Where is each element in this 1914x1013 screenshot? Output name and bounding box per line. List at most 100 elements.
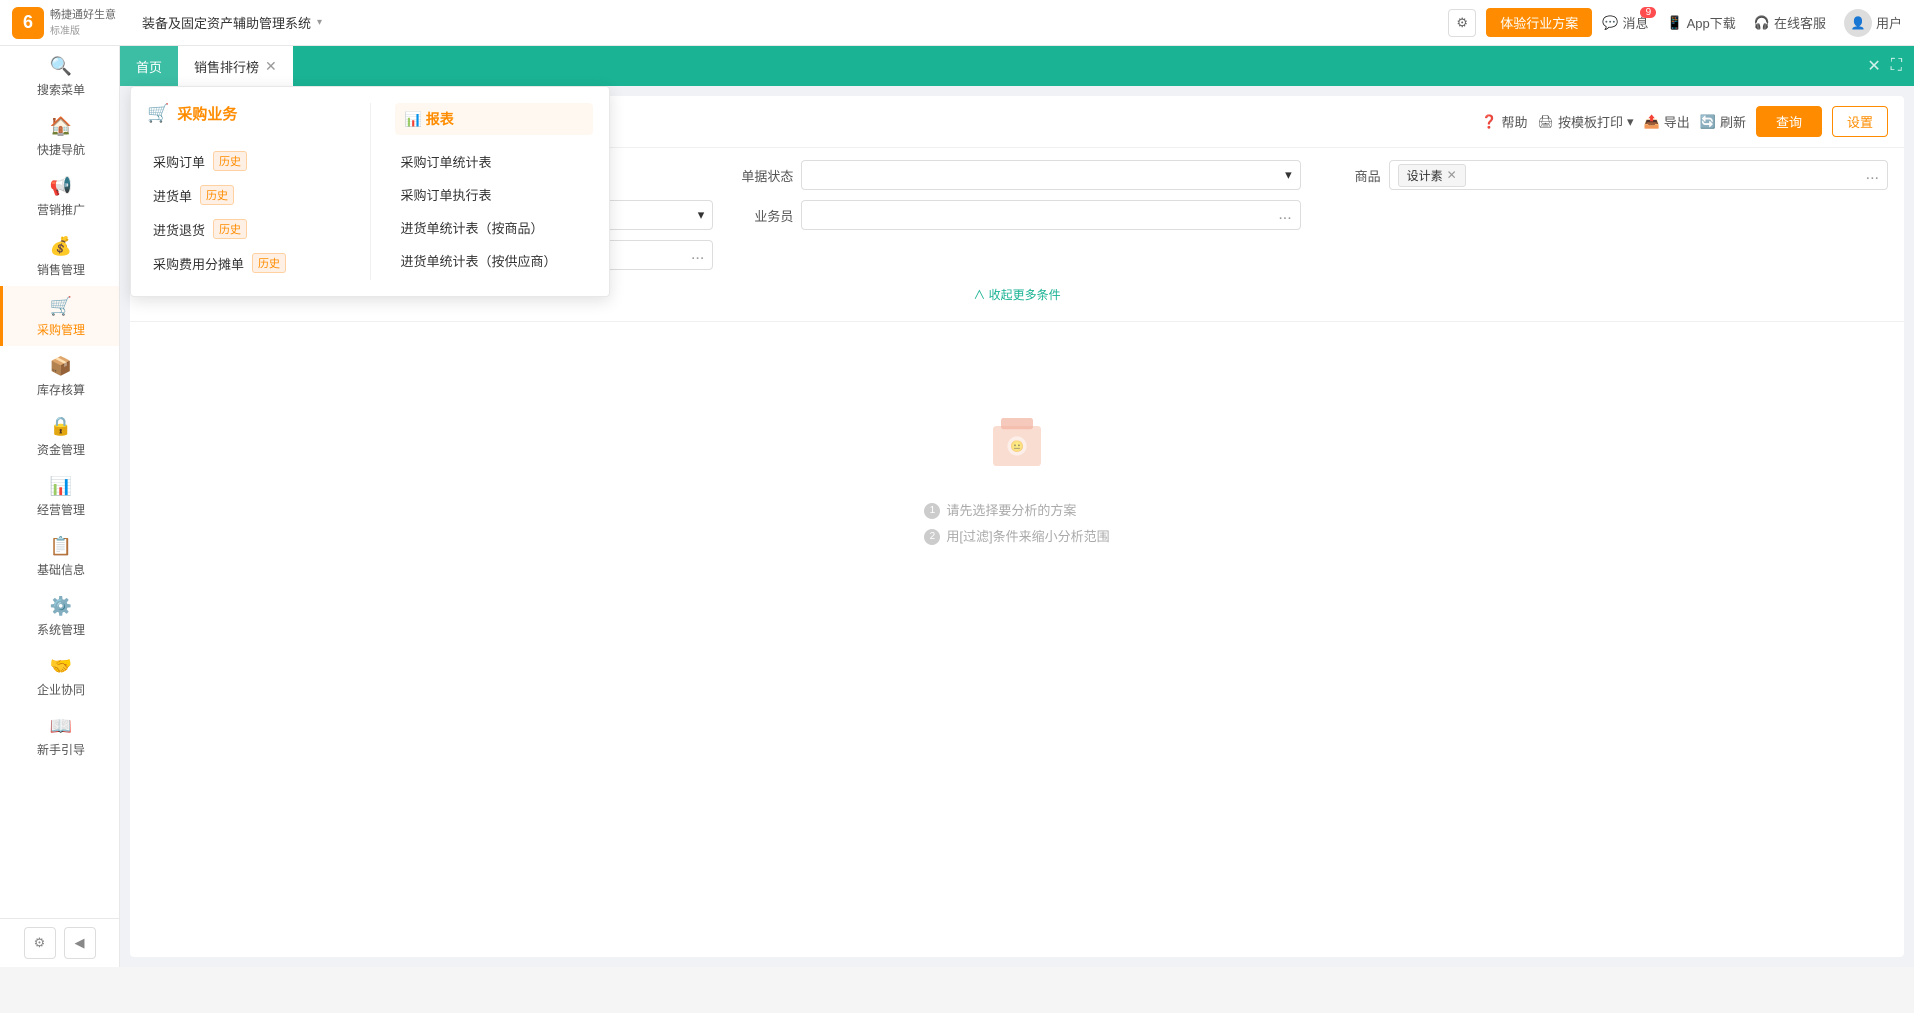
doc-status-filter-item: 单据状态 ▾	[733, 160, 1300, 190]
purchase-menu-title: 🛒 采购业务	[147, 103, 346, 132]
empty-state-illustration: 😐	[977, 402, 1057, 482]
menu-item-purchase-order[interactable]: 采购订单 历史	[147, 144, 346, 178]
logo-text-line2: 标准版	[50, 22, 116, 37]
menu-item-purchase-order-stat[interactable]: 采购订单统计表	[395, 145, 594, 178]
purchase-expense-history-badge: 历史	[252, 253, 286, 273]
salesperson-select[interactable]: ...	[801, 200, 1300, 230]
user-button[interactable]: 👤 用户	[1844, 9, 1902, 37]
tab-expand-icon[interactable]: ⛶	[1891, 57, 1902, 75]
tab-sales-ranking[interactable]: 销售排行榜 ✕	[178, 46, 293, 86]
sidebar-item-basic-info[interactable]: 📋 基础信息	[0, 526, 119, 586]
top-header: 6 畅捷通好生意 标准版 装备及固定资产辅助管理系统 ▾ ⚙ 体验行业方案 💬 …	[0, 0, 1914, 46]
app-download-button[interactable]: 📱 App下载	[1666, 13, 1735, 32]
sidebar-item-system[interactable]: ⚙️ 系统管理	[0, 586, 119, 646]
customer-dots[interactable]: ...	[691, 246, 704, 264]
refresh-button[interactable]: 🔄 刷新	[1700, 112, 1746, 131]
goods-select[interactable]: 设计素 ✕ ...	[1389, 160, 1888, 190]
phone-icon: 📱	[1666, 15, 1682, 31]
basic-info-icon: 📋	[50, 536, 72, 557]
export-icon: 📤	[1644, 114, 1660, 130]
sidebar-label-sales: 销售管理	[37, 261, 85, 278]
sidebar-label-newbie: 新手引导	[37, 741, 85, 758]
sidebar-label-marketing: 营销推广	[37, 201, 85, 218]
menu-item-purchase-order-exec[interactable]: 采购订单执行表	[395, 178, 594, 211]
report-menu-icon: 📊	[405, 111, 422, 127]
sales-icon: 💰	[50, 236, 72, 257]
sidebar-item-enterprise[interactable]: 🤝 企业协同	[0, 646, 119, 706]
sidebar-label-basic-info: 基础信息	[37, 561, 85, 578]
sidebar-settings-button[interactable]: ⚙	[24, 927, 56, 959]
online-service-button[interactable]: 🎧 在线客服	[1754, 13, 1826, 32]
print-icon: 🖨	[1538, 114, 1555, 130]
goods-tag: 设计素 ✕	[1398, 164, 1466, 187]
sidebar-item-inventory[interactable]: 📦 库存核算	[0, 346, 119, 406]
export-button[interactable]: 📤 导出	[1644, 112, 1690, 131]
system-title-text: 装备及固定资产辅助管理系统	[142, 13, 311, 32]
tip-dot-1: 1	[924, 503, 940, 519]
purchase-dropdown-menu: 🛒 采购业务 采购订单 历史 进货单 历史 进货退货 历史 采购费用分摊单 历史…	[130, 86, 610, 297]
header-right-area: 💬 消息 9 📱 App下载 🎧 在线客服 👤 用户	[1602, 9, 1902, 37]
goods-tag-close[interactable]: ✕	[1447, 168, 1457, 182]
toolbar-right: ❓ 帮助 🖨 按模板打印 ▾ 📤 导出 🔄 刷新 查询 设置	[1481, 106, 1888, 137]
sidebar-item-purchase[interactable]: 🛒 采购管理	[0, 286, 119, 346]
marketing-icon: 📢	[50, 176, 72, 197]
finance-icon: 🔒	[50, 416, 72, 437]
sidebar-item-operations[interactable]: 📊 经营管理	[0, 466, 119, 526]
tab-sales-ranking-label: 销售排行榜	[194, 57, 259, 76]
sidebar-label-search: 搜索菜单	[37, 81, 85, 98]
tab-bar: 首页 销售排行榜 ✕ ✕ ⛶	[120, 46, 1914, 86]
sidebar-label-inventory: 库存核算	[37, 381, 85, 398]
sidebar-label-finance: 资金管理	[37, 441, 85, 458]
tab-close-icon[interactable]: ✕	[265, 58, 277, 75]
settings-button[interactable]: 设置	[1832, 106, 1888, 137]
sidebar-item-marketing[interactable]: 📢 营销推广	[0, 166, 119, 226]
goods-dots[interactable]: ...	[1866, 166, 1879, 184]
refresh-icon: 🔄	[1700, 114, 1716, 130]
collapse-arrow-icon: ∧	[973, 288, 985, 302]
sidebar-collapse-button[interactable]: ◀	[64, 927, 96, 959]
sidebar-item-search[interactable]: 🔍 搜索菜单	[0, 46, 119, 106]
sidebar-item-finance[interactable]: 🔒 资金管理	[0, 406, 119, 466]
sidebar-label-system: 系统管理	[37, 621, 85, 638]
menu-item-purchase-expense[interactable]: 采购费用分摊单 历史	[147, 246, 346, 280]
sidebar-item-quick-nav[interactable]: 🏠 快捷导航	[0, 106, 119, 166]
goods-filter-item: 商品 设计素 ✕ ...	[1321, 160, 1888, 190]
sidebar-item-sales[interactable]: 💰 销售管理	[0, 226, 119, 286]
search-icon: 🔍	[50, 56, 72, 77]
doc-status-select[interactable]: ▾	[801, 160, 1300, 190]
logo-area: 6 畅捷通好生意 标准版	[12, 7, 132, 39]
tab-close-all-icon[interactable]: ✕	[1867, 56, 1880, 76]
message-icon: 💬	[1602, 15, 1618, 31]
user-avatar: 👤	[1844, 9, 1872, 37]
menu-item-receipt-stat-by-supplier[interactable]: 进货单统计表（按供应商）	[395, 244, 594, 277]
salesperson-label: 业务员	[733, 206, 793, 225]
rank-item-dropdown-icon: ▾	[698, 207, 705, 223]
tab-home[interactable]: 首页	[120, 46, 178, 86]
doc-status-dropdown-icon: ▾	[1285, 167, 1292, 183]
purchase-return-history-badge: 历史	[213, 219, 247, 239]
logo-icon: 6	[12, 7, 44, 39]
settings-gear-button[interactable]: ⚙	[1448, 9, 1476, 37]
empty-tip-2: 2 用[过滤]条件来缩小分析范围	[924, 524, 1109, 550]
sidebar-bottom: ⚙ ◀	[0, 918, 119, 967]
svg-text:😐: 😐	[1010, 440, 1024, 453]
print-dropdown-icon: ▾	[1627, 114, 1634, 130]
messages-badge: 9	[1640, 7, 1656, 18]
sidebar-item-newbie[interactable]: 📖 新手引导	[0, 706, 119, 766]
salesperson-dots[interactable]: ...	[1278, 206, 1291, 224]
system-title-dropdown-icon[interactable]: ▾	[317, 17, 322, 28]
menu-item-purchase-receipt[interactable]: 进货单 历史	[147, 178, 346, 212]
menu-item-purchase-return[interactable]: 进货退货 历史	[147, 212, 346, 246]
tab-home-label: 首页	[136, 57, 162, 76]
help-button[interactable]: ❓ 帮助	[1481, 112, 1527, 131]
query-button[interactable]: 查询	[1756, 106, 1822, 137]
newbie-icon: 📖	[50, 716, 72, 737]
help-icon: ❓	[1481, 114, 1497, 130]
sidebar-label-enterprise: 企业协同	[37, 681, 85, 698]
print-button[interactable]: 🖨 按模板打印 ▾	[1538, 112, 1634, 131]
menu-item-receipt-stat-by-goods[interactable]: 进货单统计表（按商品）	[395, 211, 594, 244]
industry-solution-button[interactable]: 体验行业方案	[1486, 8, 1592, 37]
messages-button[interactable]: 💬 消息 9	[1602, 13, 1648, 32]
goods-label: 商品	[1321, 166, 1381, 185]
inventory-icon: 📦	[50, 356, 72, 377]
